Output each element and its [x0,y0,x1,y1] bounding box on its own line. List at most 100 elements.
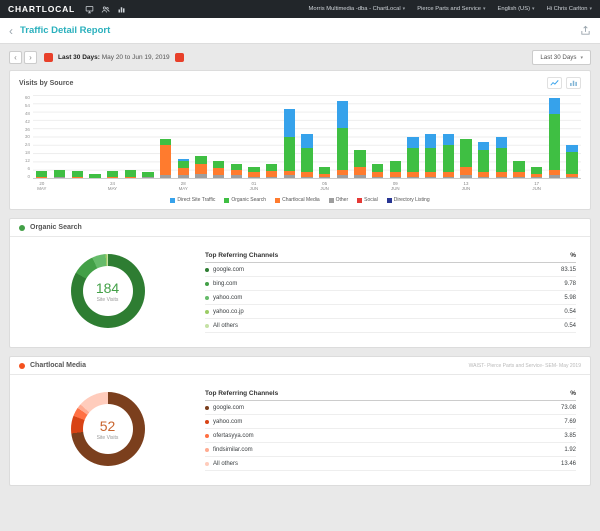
table-row[interactable]: ofertasyya.com 3.85 [205,429,576,443]
legend-item-organic-search[interactable]: Organic Search [224,197,266,203]
legend-item-other[interactable]: Other [328,197,348,203]
bar-15-jun[interactable] [492,95,510,178]
bar-30-may[interactable] [210,95,228,178]
chevron-down-icon: ▾ [482,6,486,12]
y-tick-label: 0 [27,173,30,179]
legend-item-direct-site-traffic[interactable]: Direct Site Traffic [170,197,215,203]
monitor-icon[interactable] [85,5,94,14]
table-row[interactable]: yahoo.com 5.98 [205,291,576,305]
channel-dot-icon [205,419,209,424]
bar-28-may[interactable] [174,95,192,178]
bar-23-may[interactable] [86,95,104,178]
bar-segment [177,161,189,169]
bar-chart-toggle-icon[interactable] [566,77,581,89]
bar-29-may[interactable] [192,95,210,178]
calendar-icon[interactable] [44,53,53,62]
table-row[interactable]: All others 13.46 [205,457,576,471]
bar-segment [301,176,313,178]
bar-segment [354,150,366,167]
x-tick-label: 13 JUN [461,181,471,192]
export-share-button[interactable] [580,25,591,36]
bar-21-may[interactable] [51,95,69,178]
legend-item-chartlocal-media[interactable]: Chartlocal Media [275,197,320,203]
bar-13-jun[interactable] [457,95,475,178]
channel-pct: 9.78 [564,280,576,287]
next-period-button[interactable]: › [24,51,37,64]
bar-07-jun[interactable] [351,95,369,178]
donut-value: 52 [99,417,116,434]
bar-18-jun[interactable] [545,95,563,178]
bar-segment [477,150,490,173]
topbar-menus: Morris Multimedia -dba - ChartLocal ▾ Pier… [309,6,592,12]
users-icon[interactable] [101,5,110,14]
bar-27-may[interactable] [157,95,175,178]
bar-08-jun[interactable] [369,95,387,178]
bar-17-jun[interactable] [528,95,546,178]
bar-segment [548,114,560,170]
bar-05-jun[interactable] [316,95,334,178]
x-tick-label [439,181,457,193]
channel-pct: 0.54 [564,308,576,315]
table-row[interactable]: google.com 73.08 [205,401,576,415]
calendar-icon-2[interactable] [174,53,184,62]
bar-25-may[interactable] [121,95,139,178]
back-button[interactable]: ‹ [9,25,13,37]
channel-pct: 0.54 [564,322,576,329]
bar-segment [495,176,507,178]
table-row[interactable]: bing.com 9.78 [205,277,576,291]
bar-segment [53,169,66,177]
section-subtitle: WAIST- Pierce Parts and Service- SEM- Ma… [468,362,581,369]
x-tick-label [298,181,316,193]
legend-item-directory-listing[interactable]: Directory Listing [386,197,430,203]
table-row[interactable]: All others 0.54 [205,319,576,333]
bar-11-jun[interactable] [422,95,440,178]
table-row[interactable]: google.com 83.15 [205,263,576,277]
table-col-channels: Top Referring Channels [205,252,279,259]
bar-26-may[interactable] [139,95,157,178]
bar-06-jun[interactable] [333,95,351,178]
bar-04-jun[interactable] [298,95,316,178]
table-row[interactable]: findsimilar.com 1.92 [205,443,576,457]
channel-pct: 13.46 [560,460,576,467]
topbar-menu-1[interactable]: Pierce Parts and Service ▾ [417,6,485,12]
date-range-label: Last 30 Days: [58,54,100,61]
bar-segment [389,161,401,173]
bar-09-jun[interactable] [386,95,404,178]
bar-segment [159,144,172,176]
bar-19-jun[interactable] [563,95,581,178]
line-chart-toggle-icon[interactable] [547,77,562,89]
bar-segment [566,151,578,174]
topbar-menu-2[interactable]: English (US) ▾ [498,6,535,12]
bar-02-jun[interactable] [263,95,281,178]
bar-20-may[interactable] [33,95,51,178]
bar-12-jun[interactable] [439,95,457,178]
table-row[interactable]: yahoo.co.jp 0.54 [205,305,576,319]
bar-10-jun[interactable] [404,95,422,178]
bar-segment [142,176,154,178]
table-col-pct: % [570,390,576,397]
legend-swatch-icon [328,197,334,203]
topbar-icons [85,5,126,14]
bar-16-jun[interactable] [510,95,528,178]
table-col-pct: % [570,252,576,259]
bar-chart-icon[interactable] [117,5,126,14]
bar-01-jun[interactable] [245,95,263,178]
channel-dot-icon [205,309,209,314]
prev-period-button[interactable]: ‹ [9,51,22,64]
organic-search-dot-icon [19,224,25,231]
x-tick-label: 24 MAY [107,181,118,192]
bar-24-may[interactable] [104,95,122,178]
bar-03-jun[interactable] [280,95,298,178]
channel-label: yahoo.co.jp [213,308,244,315]
bar-22-may[interactable] [68,95,86,178]
topbar-menu-3[interactable]: Hi Chris Carlton ▾ [547,6,592,12]
bar-31-may[interactable] [227,95,245,178]
legend-item-social[interactable]: Social [357,197,378,203]
bar-segment [513,176,525,178]
bar-segment [177,168,189,176]
topbar-menu-0[interactable]: Morris Multimedia -dba - ChartLocal ▾ [309,6,406,12]
table-row[interactable]: yahoo.com 7.69 [205,415,576,429]
bar-14-jun[interactable] [475,95,493,178]
range-selector-button[interactable]: Last 30 Days ▾ [532,50,591,65]
x-tick-label [563,181,581,193]
